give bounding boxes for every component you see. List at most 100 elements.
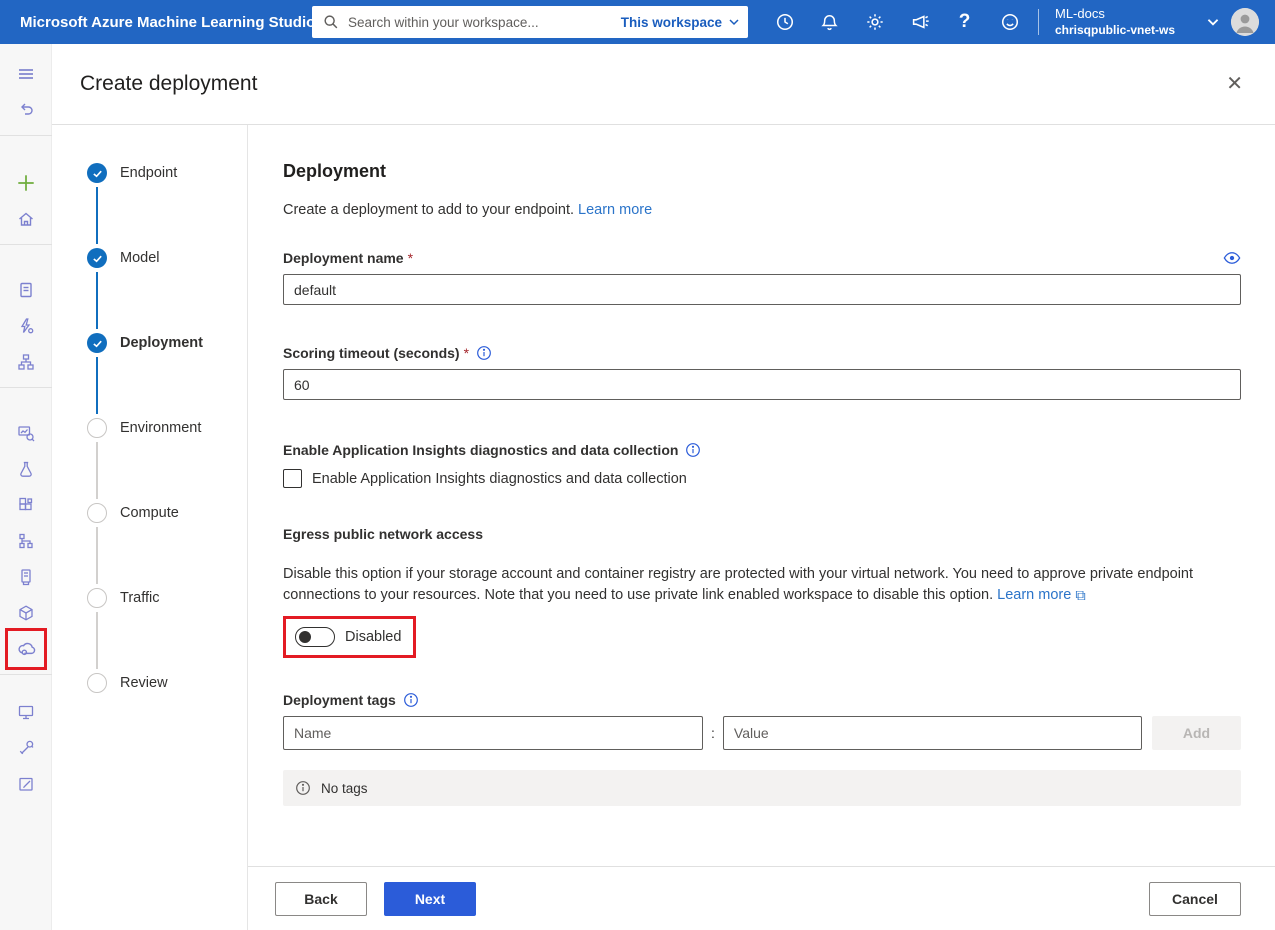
link-text: Learn more [997, 587, 1072, 603]
help-icon: ? [958, 11, 971, 32]
workspace-search[interactable]: This workspace [312, 6, 748, 38]
feedback-button[interactable] [897, 0, 942, 44]
nav-compute-button[interactable] [6, 694, 46, 730]
create-deployment-panel: Create deployment ✕ Endpoint Model Deplo… [52, 44, 1275, 930]
step-pending-icon [87, 418, 107, 438]
add-tag-button[interactable]: Add [1152, 716, 1241, 750]
egress-toggle[interactable] [295, 627, 335, 647]
workspace-name: chrisqpublic-vnet-ws [1055, 22, 1176, 37]
top-bar-divider [1038, 9, 1039, 35]
nav-new-button[interactable] [6, 165, 46, 201]
step-label: Environment [120, 420, 202, 436]
step-label: Traffic [120, 590, 160, 606]
smiley-feedback-button[interactable] [987, 0, 1032, 44]
step-complete-icon [87, 248, 107, 268]
workspace-chevron-button[interactable] [1195, 14, 1231, 30]
step-connector [96, 272, 98, 329]
search-input[interactable] [348, 14, 613, 30]
learn-more-link[interactable]: Learn more [578, 202, 652, 218]
step-label: Endpoint [120, 165, 178, 181]
step-environment[interactable]: Environment [52, 414, 247, 442]
search-icon [322, 13, 340, 31]
app-insights-checkbox-row: Enable Application Insights diagnostics … [283, 469, 1241, 488]
plus-icon [15, 172, 37, 194]
step-label: Deployment [120, 335, 203, 351]
wizard-header: Create deployment ✕ [52, 44, 1275, 125]
step-complete-icon [87, 333, 107, 353]
workspace-selector[interactable]: ML-docs chrisqpublic-vnet-ws [1045, 6, 1195, 37]
menu-icon [16, 64, 36, 84]
nav-automated-ml-button[interactable] [6, 308, 46, 344]
cancel-button[interactable]: Cancel [1149, 881, 1241, 916]
no-tags-banner: No tags [283, 770, 1241, 806]
step-connector [96, 187, 98, 244]
step-connector [96, 442, 98, 499]
next-button[interactable]: Next [384, 881, 476, 916]
scoring-timeout-input[interactable] [283, 369, 1241, 400]
endpoints-icon [15, 638, 37, 660]
nav-components-button[interactable] [6, 487, 46, 523]
nav-home-button[interactable] [6, 201, 46, 237]
info-icon[interactable] [476, 345, 492, 361]
settings-button[interactable] [852, 0, 897, 44]
step-model[interactable]: Model [52, 244, 247, 272]
clock-icon [774, 11, 796, 33]
step-connector [96, 357, 98, 414]
designer-icon [16, 352, 36, 372]
step-review[interactable]: Review [52, 669, 247, 697]
app-insights-checkbox[interactable] [283, 469, 302, 488]
nav-environments-button[interactable] [6, 559, 46, 595]
top-bar-actions: ? [762, 0, 1045, 44]
tag-name-input[interactable] [283, 716, 703, 750]
jobs-icon [16, 459, 36, 479]
avatar[interactable] [1231, 8, 1259, 36]
section-intro: Create a deployment to add to your endpo… [283, 202, 1241, 218]
info-icon[interactable] [685, 442, 701, 458]
step-endpoint[interactable]: Endpoint [52, 159, 247, 187]
nav-notebooks-button[interactable] [6, 272, 46, 308]
back-button[interactable]: Back [275, 881, 367, 916]
info-icon[interactable] [403, 692, 419, 708]
recent-activity-button[interactable] [762, 0, 807, 44]
eye-icon[interactable] [1223, 251, 1241, 265]
notifications-button[interactable] [807, 0, 852, 44]
nav-pipelines-button[interactable] [6, 523, 46, 559]
nav-designer-button[interactable] [6, 344, 46, 380]
deployment-name-input[interactable] [283, 274, 1241, 305]
tag-value-input[interactable] [722, 716, 1142, 750]
tag-separator: : [711, 725, 715, 741]
egress-toggle-highlight: Disabled [283, 616, 417, 658]
learn-more-external-link[interactable]: Learn more ⧉ [997, 587, 1086, 604]
nav-jobs-button[interactable] [6, 451, 46, 487]
app-insights-label-row: Enable Application Insights diagnostics … [283, 442, 1241, 458]
rail-divider [0, 387, 52, 388]
search-scope-dropdown[interactable]: This workspace [613, 15, 740, 30]
rail-divider [0, 244, 52, 245]
nav-data-button[interactable] [6, 415, 46, 451]
external-link-icon: ⧉ [1075, 588, 1086, 604]
toggle-state-label: Disabled [345, 629, 402, 645]
linked-services-icon [16, 738, 36, 758]
nav-models-button[interactable] [6, 595, 46, 631]
compute-icon [16, 702, 36, 722]
step-traffic[interactable]: Traffic [52, 584, 247, 612]
help-button[interactable]: ? [942, 0, 987, 44]
nav-menu-button[interactable] [6, 56, 46, 92]
step-deployment[interactable]: Deployment [52, 329, 247, 357]
wizard-footer: Back Next Cancel [248, 866, 1275, 930]
step-pending-icon [87, 588, 107, 608]
nav-data-labeling-button[interactable] [6, 766, 46, 802]
nav-back-button[interactable] [6, 92, 46, 128]
environments-icon [16, 567, 36, 587]
nav-endpoints-button[interactable] [4, 628, 47, 670]
smiley-icon [999, 11, 1021, 33]
step-connector [96, 527, 98, 584]
step-label: Model [120, 250, 160, 266]
close-icon[interactable]: ✕ [1226, 74, 1243, 94]
components-icon [16, 495, 36, 515]
nav-linked-services-button[interactable] [6, 730, 46, 766]
step-compute[interactable]: Compute [52, 499, 247, 527]
rail-divider [0, 135, 52, 136]
gear-icon [864, 11, 886, 33]
deployment-name-label-row: Deployment name * [283, 250, 1241, 266]
